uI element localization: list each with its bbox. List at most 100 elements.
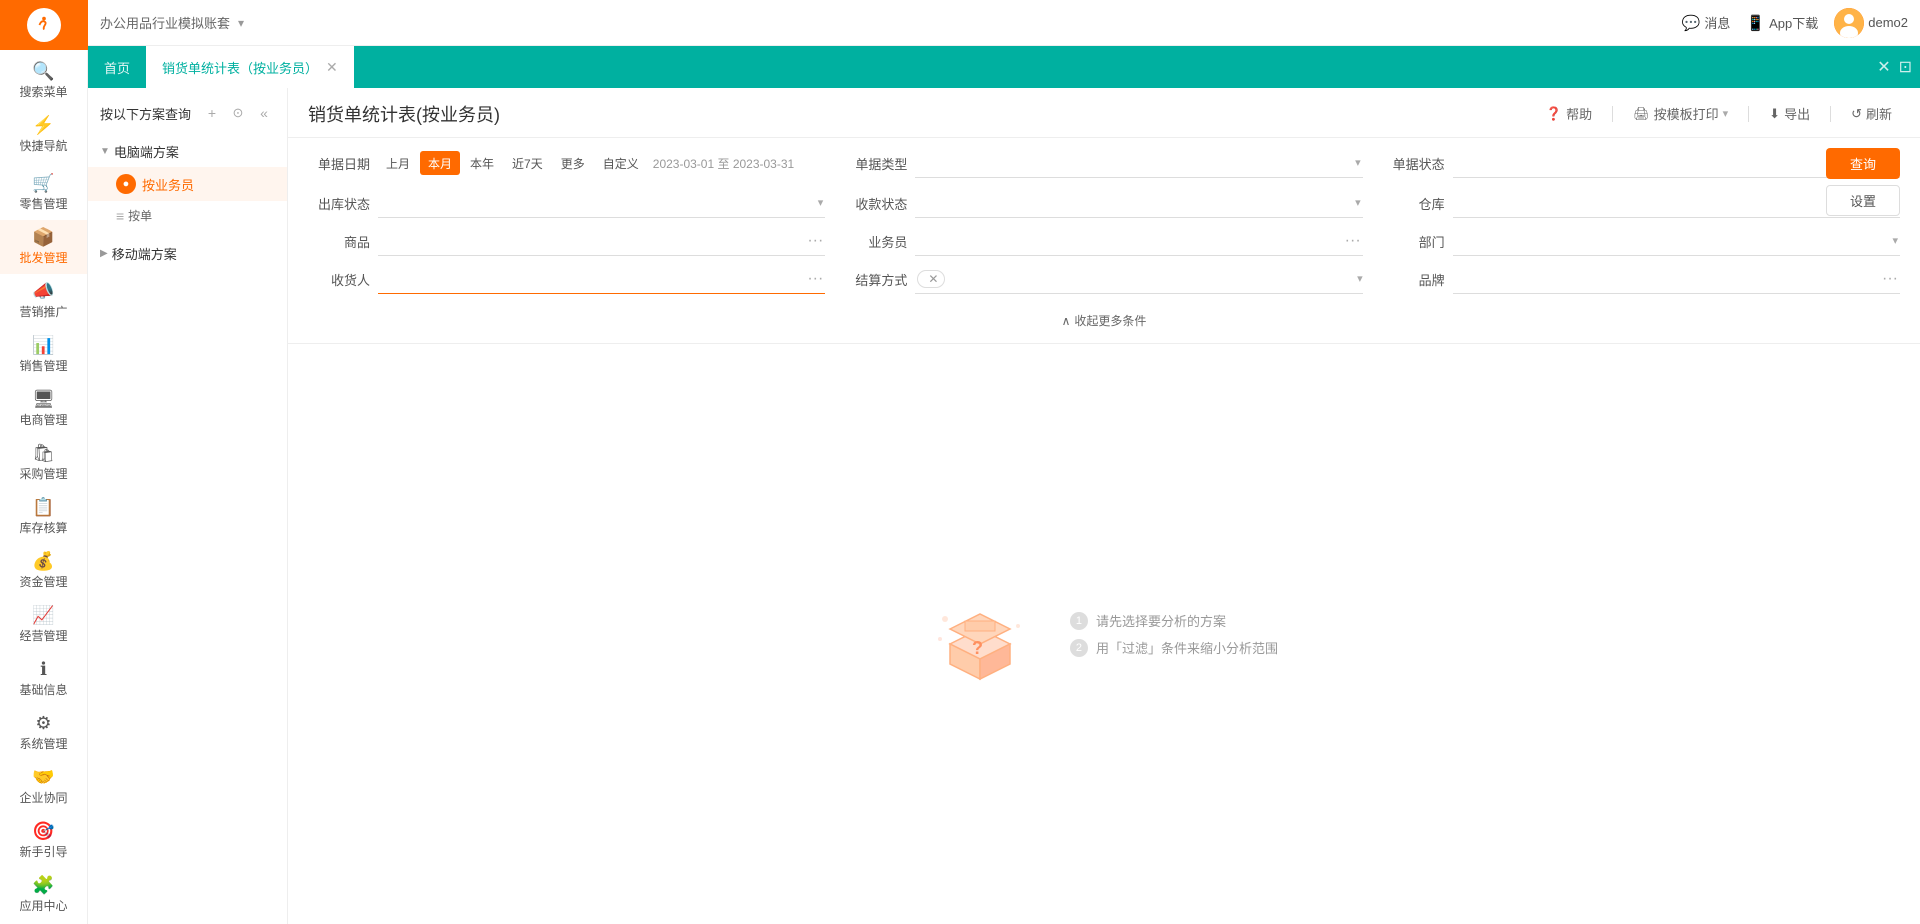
salesperson-input-wrapper: ··· (915, 226, 1362, 256)
refresh-button[interactable]: ↺ 刷新 (1843, 100, 1900, 127)
sidebar-purchase-label: 采购管理 (19, 465, 67, 482)
content-area: 按以下方案查询 + ⊙ « ▼ 电脑端方案 ● 按业务员 ≡ 按 (88, 88, 1920, 924)
filter-row-2: 出库状态 ▾ 收款状态 (288, 188, 1920, 226)
guide-icon: 🎯 (32, 822, 54, 840)
order-scheme-icon: ≡ (116, 208, 124, 224)
sidebar-item-guide[interactable]: 🎯 新手引导 (0, 814, 87, 868)
empty-state: ? 1 请先选择要分析的方案 (288, 344, 1920, 924)
sidebar-item-operation[interactable]: 📈 经营管理 (0, 598, 87, 652)
date-btn-last-month[interactable]: 上月 (378, 151, 418, 175)
brand-input[interactable] (1453, 264, 1900, 293)
sidebar-item-collab[interactable]: 🤝 企业协同 (0, 760, 87, 814)
edit-scheme-button[interactable]: ⊙ (227, 102, 249, 124)
sidebar-shortcut[interactable]: ⚡ 快捷导航 (0, 108, 87, 162)
sidebar-item-wholesale[interactable]: 📦 批发管理 (0, 220, 87, 274)
sidebar-item-sales[interactable]: 📊 销售管理 (0, 328, 87, 382)
settlement-tag: ✕ (917, 270, 945, 288)
recv-status-control: ▾ (915, 188, 1362, 218)
sidebar-item-retail[interactable]: 🛒 零售管理 (0, 166, 87, 220)
tab-home[interactable]: 首页 (88, 46, 146, 88)
dept-input-wrapper: ▾ (1453, 226, 1900, 256)
tab-report[interactable]: 销货单统计表（按业务员） ✕ (146, 46, 354, 88)
doc-type-input-wrapper: ▾ (915, 148, 1362, 178)
tip-text-2: 用「过滤」条件来缩小分析范围 (1096, 638, 1278, 657)
sidebar-item-purchase[interactable]: 🛍 采购管理 (0, 436, 87, 490)
salesperson-input[interactable] (915, 226, 1362, 255)
add-scheme-button[interactable]: + (201, 102, 223, 124)
dept-control: ▾ (1453, 226, 1900, 256)
out-status-input[interactable] (378, 188, 825, 217)
sidebar-item-appstore[interactable]: 🧩 应用中心 (0, 868, 87, 922)
doc-status-label: 单据状态 (1383, 154, 1453, 173)
header-sep-3 (1830, 106, 1831, 122)
refresh-icon: ↺ (1851, 106, 1862, 122)
tip-text-1: 请先选择要分析的方案 (1096, 611, 1226, 630)
dept-input[interactable] (1453, 226, 1900, 255)
empty-tip-2: 2 用「过滤」条件来缩小分析范围 (1070, 638, 1278, 657)
tab-close-window-icon[interactable]: ✕ (1877, 57, 1890, 77)
date-btn-this-month[interactable]: 本月 (420, 151, 460, 175)
tab-restore-icon[interactable]: ⊡ (1899, 57, 1912, 77)
salesperson-filter-cell: 业务员 ··· (845, 226, 1362, 256)
salesperson-scheme-icon: ● (116, 174, 136, 194)
sidebar-item-ecom[interactable]: 🖥 电商管理 (0, 382, 87, 436)
goods-label: 商品 (308, 232, 378, 251)
tab-close-icon[interactable]: ✕ (326, 59, 338, 76)
sidebar-search[interactable]: 🔍 搜索菜单 (0, 54, 87, 108)
system-icon: ⚙ (35, 714, 51, 732)
mobile-section-header[interactable]: ▶ 移动端方案 (88, 238, 287, 269)
sidebar-search-label: 搜索菜单 (19, 83, 67, 100)
collapse-label: 收起更多条件 (1074, 312, 1146, 329)
date-btn-custom[interactable]: 自定义 (595, 151, 647, 175)
sidebar-item-finance[interactable]: 💰 资金管理 (0, 544, 87, 598)
pc-section-header[interactable]: ▼ 电脑端方案 (88, 136, 287, 167)
tree-item-order[interactable]: ≡ 按单 (88, 201, 287, 230)
empty-tip-1: 1 请先选择要分析的方案 (1070, 611, 1278, 630)
sidebar-item-marketing[interactable]: 📣 营销推广 (0, 274, 87, 328)
help-icon: ❓ (1546, 106, 1562, 122)
doc-status-filter-cell: 单据状态 ▾ (1383, 148, 1900, 178)
brand-control: ··· (1453, 264, 1900, 294)
salesperson-dots-icon[interactable]: ··· (1345, 232, 1361, 250)
settlement-filter-cell: 结算方式 ✕ ▾ (845, 264, 1362, 294)
main-area: 办公用品行业模拟账套 ▾ 💬 消息 📱 App下载 demo2 首页 销 (88, 0, 1920, 924)
settlement-tag-close[interactable]: ✕ (928, 272, 938, 286)
sidebar-collab-label: 企业协同 (19, 789, 67, 806)
filter-area-wrapper: 单据日期 上月 本月 本年 近7天 更多 自定义 2023-03-01 至 20… (288, 138, 1920, 302)
app-download-button[interactable]: 📱 App下载 (1746, 13, 1818, 32)
receiver-dots-icon[interactable]: ··· (807, 270, 823, 288)
topbar-dropdown-icon[interactable]: ▾ (238, 16, 244, 30)
pc-section-label: 电脑端方案 (114, 142, 179, 161)
date-btn-more[interactable]: 更多 (553, 151, 593, 175)
receiver-label: 收货人 (308, 270, 378, 289)
help-button[interactable]: ❓ 帮助 (1538, 100, 1600, 127)
date-btn-last7[interactable]: 近7天 (504, 151, 551, 175)
recv-status-input[interactable] (915, 188, 1362, 217)
wholesale-icon: 📦 (32, 228, 54, 246)
goods-input[interactable] (378, 226, 825, 255)
date-btn-this-year[interactable]: 本年 (462, 151, 502, 175)
header-sep-2 (1748, 106, 1749, 122)
collapse-panel-button[interactable]: « (253, 102, 275, 124)
brand-dots-icon[interactable]: ··· (1882, 270, 1898, 288)
doc-type-input[interactable] (915, 148, 1362, 177)
user-avatar[interactable]: demo2 (1834, 8, 1908, 38)
setting-button[interactable]: 设置 (1826, 185, 1900, 216)
message-icon: 💬 (1682, 14, 1701, 32)
goods-dots-icon[interactable]: ··· (807, 232, 823, 250)
recv-status-filter-cell: 收款状态 ▾ (845, 188, 1362, 218)
message-button[interactable]: 💬 消息 (1682, 13, 1731, 32)
collapse-button[interactable]: ∧ 收起更多条件 (1054, 306, 1155, 335)
sidebar-item-system[interactable]: ⚙ 系统管理 (0, 706, 87, 760)
template-print-button[interactable]: 🖨 按模板打印 ▾ (1625, 100, 1736, 127)
receiver-input[interactable] (378, 264, 825, 293)
tree-item-salesperson[interactable]: ● 按业务员 (88, 167, 287, 201)
export-button[interactable]: ⬇ 导出 (1761, 100, 1818, 127)
sidebar-appstore-label: 应用中心 (19, 897, 67, 914)
sidebar-item-inventory[interactable]: 📋 库存核算 (0, 490, 87, 544)
query-button[interactable]: 查询 (1826, 148, 1900, 179)
goods-input-wrapper: ··· (378, 226, 825, 256)
sales-icon: 📊 (32, 336, 54, 354)
sidebar-item-basic[interactable]: ℹ 基础信息 (0, 652, 87, 706)
left-panel-header: 按以下方案查询 + ⊙ « (88, 98, 287, 132)
